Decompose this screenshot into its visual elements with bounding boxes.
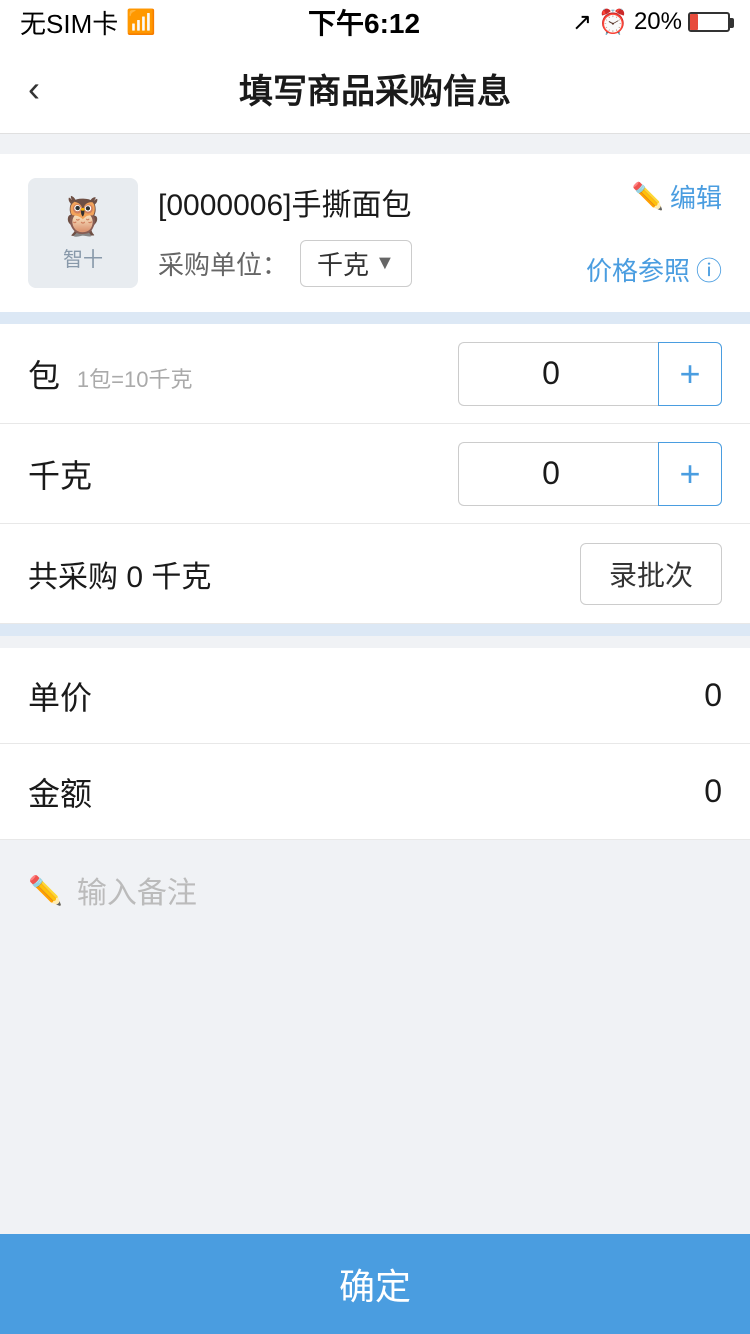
back-button[interactable]: ‹ [28,68,40,110]
info-section: 单价 0 金额 0 [0,648,750,840]
product-card: 🦉 智十 [0000006]手撕面包 采购单位： 千克 ▼ ✏️ 编辑 价格参照… [0,154,750,312]
danjia-label: 单价 [28,673,92,719]
alarm-icon: ⏰ [598,8,628,37]
unit-select[interactable]: 千克 ▼ [300,240,412,287]
summary-row: 共采购 0 千克 录批次 [0,524,750,624]
input-section: 包 1包=10千克 + 千克 + 共采购 0 千克 录批次 [0,324,750,624]
edit-button[interactable]: ✏️ 编辑 [632,178,722,215]
bao-plus-button[interactable]: + [658,342,722,406]
price-ref-help-icon: ⓘ [696,251,722,288]
remark-placeholder: 输入备注 [77,868,197,912]
confirm-button[interactable]: 确定 [0,1234,750,1334]
bao-input-row: 包 1包=10千克 + [0,324,750,424]
bottom-area: 确定 [0,1234,750,1334]
qianke-input-wrap: + [458,442,722,506]
qianke-plus-button[interactable]: + [658,442,722,506]
section-divider-1 [0,312,750,324]
nav-bar: ‹ 填写商品采购信息 [0,44,750,134]
edit-label: 编辑 [670,178,722,215]
pencil-icon: ✏️ [28,874,63,907]
jine-label: 金额 [28,769,92,815]
product-logo-icon: 🦉 [59,195,106,239]
battery-percent: 20% [634,8,682,36]
section-divider-2 [0,624,750,636]
page-title: 填写商品采购信息 [239,64,511,113]
summary-text: 共采购 0 千克 [28,552,211,596]
product-image: 🦉 智十 [28,178,138,288]
qianke-input-row: 千克 + [0,424,750,524]
status-time: 下午6:12 [308,2,420,42]
bao-input-wrap: + [458,342,722,406]
remark-section[interactable]: ✏️ 输入备注 [0,840,750,940]
danjia-value: 0 [704,677,722,714]
product-image-label: 智十 [63,243,103,272]
price-ref-label: 价格参照 [586,251,690,288]
dropdown-arrow-icon: ▼ [375,252,395,275]
qianke-input[interactable] [458,442,658,506]
jine-value: 0 [704,773,722,810]
location-icon: ↗ [572,8,592,37]
status-left: 无SIM卡 📶 [20,4,156,41]
carrier-text: 无SIM卡 [20,4,118,41]
jine-row: 金额 0 [0,744,750,840]
bao-input[interactable] [458,342,658,406]
batch-button[interactable]: 录批次 [580,543,722,605]
bao-sub: 1包=10千克 [77,367,193,392]
unit-label: 采购单位： [158,245,288,282]
status-right: ↗ ⏰ 20% [572,8,730,37]
qianke-label: 千克 [28,451,458,497]
wifi-icon: 📶 [126,8,156,37]
battery-icon [688,12,730,32]
status-bar: 无SIM卡 📶 下午6:12 ↗ ⏰ 20% [0,0,750,44]
edit-icon: ✏️ [632,181,664,212]
bao-label: 包 1包=10千克 [28,351,458,397]
price-ref-button[interactable]: 价格参照 ⓘ [586,251,722,288]
unit-value: 千克 [317,245,369,282]
danjia-row: 单价 0 [0,648,750,744]
